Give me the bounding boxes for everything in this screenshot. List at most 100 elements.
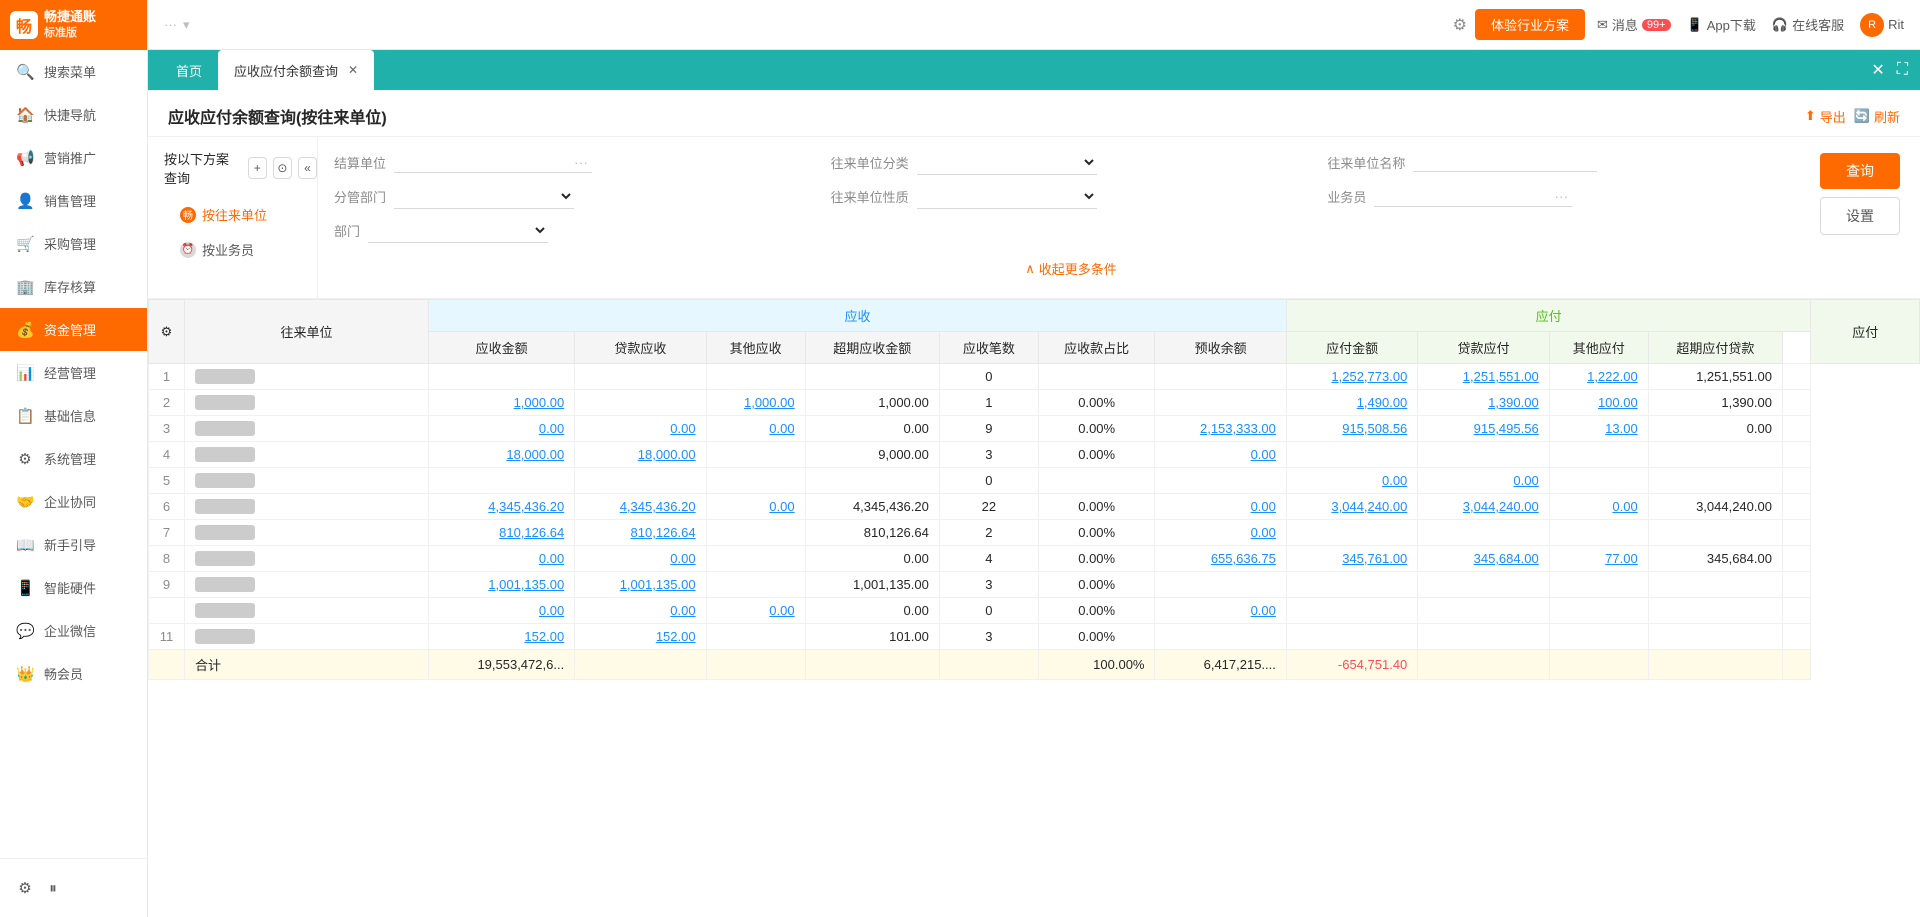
th-receivable-group: 应收 — [429, 300, 1287, 332]
sidebar-item-enterprise[interactable]: 🤝 企业协同 — [0, 480, 147, 523]
sidebar-item-sales[interactable]: 👤 销售管理 — [0, 179, 147, 222]
sidebar-item-hardware[interactable]: 📱 智能硬件 — [0, 566, 147, 609]
online-service-btn[interactable]: 🎧 在线客服 — [1772, 15, 1844, 34]
sidebar-item-system[interactable]: ⚙ 系统管理 — [0, 437, 147, 480]
filter-col-dept2: 部门 — [334, 217, 1808, 243]
sidebar-item-search[interactable]: 🔍 搜索菜单 — [0, 50, 147, 93]
avatar: R — [1860, 13, 1884, 37]
th-unit: 往来单位 — [185, 300, 429, 364]
unit-cell[interactable] — [185, 520, 429, 546]
th-payable-overdue: 超期应付贷款 — [1648, 332, 1782, 364]
th-settings[interactable]: ⚙ — [149, 300, 185, 364]
sidebar-item-nav[interactable]: 🏠 快捷导航 — [0, 93, 147, 136]
user-avatar[interactable]: R Rit — [1860, 13, 1904, 37]
settlement-dots-icon[interactable]: ··· — [574, 154, 588, 170]
unit-cell[interactable] — [185, 468, 429, 494]
nature-select[interactable] — [917, 183, 1097, 209]
salesperson-input[interactable] — [1378, 188, 1554, 203]
table-row: 0.000.000.000.0000.00%0.00 — [149, 598, 1920, 624]
category-select[interactable] — [917, 149, 1097, 175]
message-btn[interactable]: ✉ 消息 99+ — [1597, 15, 1671, 34]
dept2-select[interactable] — [368, 217, 548, 243]
table-row: 5 00.000.00 — [149, 468, 1920, 494]
settlement-input[interactable] — [398, 154, 574, 169]
tab-close-window-icon[interactable]: ✕ — [1871, 60, 1884, 80]
page-inner: 应收应付余额查询(按往来单位) ⬆ 导出 🔄 刷新 — [148, 90, 1920, 917]
export-btn[interactable]: ⬆ 导出 — [1805, 107, 1846, 126]
sidebar-item-guide[interactable]: 📖 新手引导 — [0, 523, 147, 566]
table-row: 1 01,252,773.001,251,551.001,222.001,251… — [149, 364, 1920, 390]
total-row: 合计 19,553,472,6... 100.00% 6,417,215....… — [149, 650, 1920, 680]
sidebar-item-member[interactable]: 👑 畅会员 — [0, 652, 147, 695]
unit-cell[interactable] — [185, 572, 429, 598]
table-row: 7 810,126.64810,126.64810,126.6420.00%0.… — [149, 520, 1920, 546]
filter-btns: 查询 设置 — [1808, 137, 1920, 298]
scheme-by-unit[interactable]: 畅 按往来单位 — [164, 197, 317, 232]
scheme-by-staff[interactable]: ⏰ 按业务员 — [164, 232, 317, 267]
total-prepayment: 6,417,215.... — [1155, 650, 1286, 680]
tab-close-icon[interactable]: ✕ — [348, 63, 358, 77]
sidebar-item-finance[interactable]: 💰 资金管理 — [0, 308, 147, 351]
sidebar-item-inventory[interactable]: 🏢 库存核算 — [0, 265, 147, 308]
th-receivable-count: 应收笔数 — [939, 332, 1038, 364]
system-icon: ⚙ — [16, 450, 34, 468]
unit-cell[interactable] — [185, 442, 429, 468]
filter-row-1: 结算单位 ··· 往来单位分类 — [334, 149, 1808, 175]
settlement-input-wrap: ··· — [394, 152, 592, 173]
salesperson-input-wrap: ··· — [1374, 186, 1572, 207]
unitname-input[interactable] — [1417, 154, 1593, 169]
breadcrumb-sep: ▾ — [183, 17, 190, 33]
total-payable-overdue — [1648, 650, 1782, 680]
dept-select[interactable] — [394, 183, 574, 209]
wechat-icon: 💬 — [16, 622, 34, 640]
sidebar-settings[interactable]: ⚙ ⏸ — [0, 867, 147, 909]
refresh-btn[interactable]: 🔄 刷新 — [1854, 107, 1900, 126]
unit-cell[interactable] — [185, 364, 429, 390]
main-area: ··· ▾ ⚙ 体验行业方案 ✉ 消息 99+ 📱 App下载 🎧 在线客服 R — [148, 0, 1920, 917]
total-receivable-amount[interactable]: 19,553,472,6... — [429, 650, 575, 680]
unit-cell[interactable] — [185, 624, 429, 650]
query-btn[interactable]: 查询 — [1820, 153, 1900, 189]
th-receivable-other: 其他应收 — [706, 332, 805, 364]
total-receivable-count — [939, 650, 1038, 680]
finance-icon: 💰 — [16, 321, 34, 339]
enterprise-icon: 🤝 — [16, 493, 34, 511]
collapse-scheme-btn[interactable]: « — [298, 157, 317, 179]
app-download-btn[interactable]: 📱 App下载 — [1687, 15, 1756, 34]
sidebar-item-purchase[interactable]: 🛒 采购管理 — [0, 222, 147, 265]
unit-cell[interactable] — [185, 546, 429, 572]
table-row: 8 0.000.000.0040.00%655,636.75345,761.00… — [149, 546, 1920, 572]
scheme-header: 按以下方案查询 + ⊙ « — [164, 149, 317, 187]
salesperson-dots-icon[interactable]: ··· — [1554, 188, 1568, 204]
add-scheme-btn[interactable]: + — [248, 157, 267, 179]
page-title: 应收应付余额查询(按往来单位) — [168, 104, 387, 128]
th-receivable-ratio: 应收款占比 — [1038, 332, 1155, 364]
unit-cell[interactable] — [185, 390, 429, 416]
solution-btn[interactable]: 体验行业方案 — [1475, 9, 1585, 40]
total-payable-amount: -654,751.40 — [1286, 650, 1417, 680]
unit-cell[interactable] — [185, 494, 429, 520]
refresh-icon: 🔄 — [1854, 108, 1870, 124]
th-payable-group: 应付 — [1286, 300, 1811, 332]
collapse-btn[interactable]: ∧ 收起更多条件 — [1013, 255, 1129, 282]
tab-home[interactable]: 首页 — [160, 50, 218, 90]
table-row: 11 152.00152.00101.0030.00% — [149, 624, 1920, 650]
sidebar-item-marketing[interactable]: 📢 营销推广 — [0, 136, 147, 179]
settings-scheme-btn[interactable]: ⊙ — [273, 157, 292, 179]
tab-expand-icon[interactable]: ⛶ — [1897, 61, 1908, 79]
tab-controls: ✕ ⛶ — [1871, 60, 1908, 80]
tab-arquery[interactable]: 应收应付余额查询 ✕ — [218, 50, 374, 90]
th-payable-x: 应付 — [1811, 300, 1920, 364]
gear-icon[interactable]: ⚙ — [1453, 15, 1467, 35]
sidebar-item-basic[interactable]: 📋 基础信息 — [0, 394, 147, 437]
set-btn[interactable]: 设置 — [1820, 197, 1900, 235]
unit-cell[interactable] — [185, 416, 429, 442]
hardware-icon: 📱 — [16, 579, 34, 597]
th-receivable-overdue: 超期应收金额 — [805, 332, 939, 364]
th-receivable-loan: 贷款应收 — [575, 332, 706, 364]
logo-text: 畅捷通账 标准版 — [44, 9, 96, 40]
sidebar-item-operations[interactable]: 📊 经营管理 — [0, 351, 147, 394]
filter-col-category: 往来单位分类 — [831, 149, 1312, 175]
sidebar-item-wechat[interactable]: 💬 企业微信 — [0, 609, 147, 652]
unit-cell[interactable] — [185, 598, 429, 624]
